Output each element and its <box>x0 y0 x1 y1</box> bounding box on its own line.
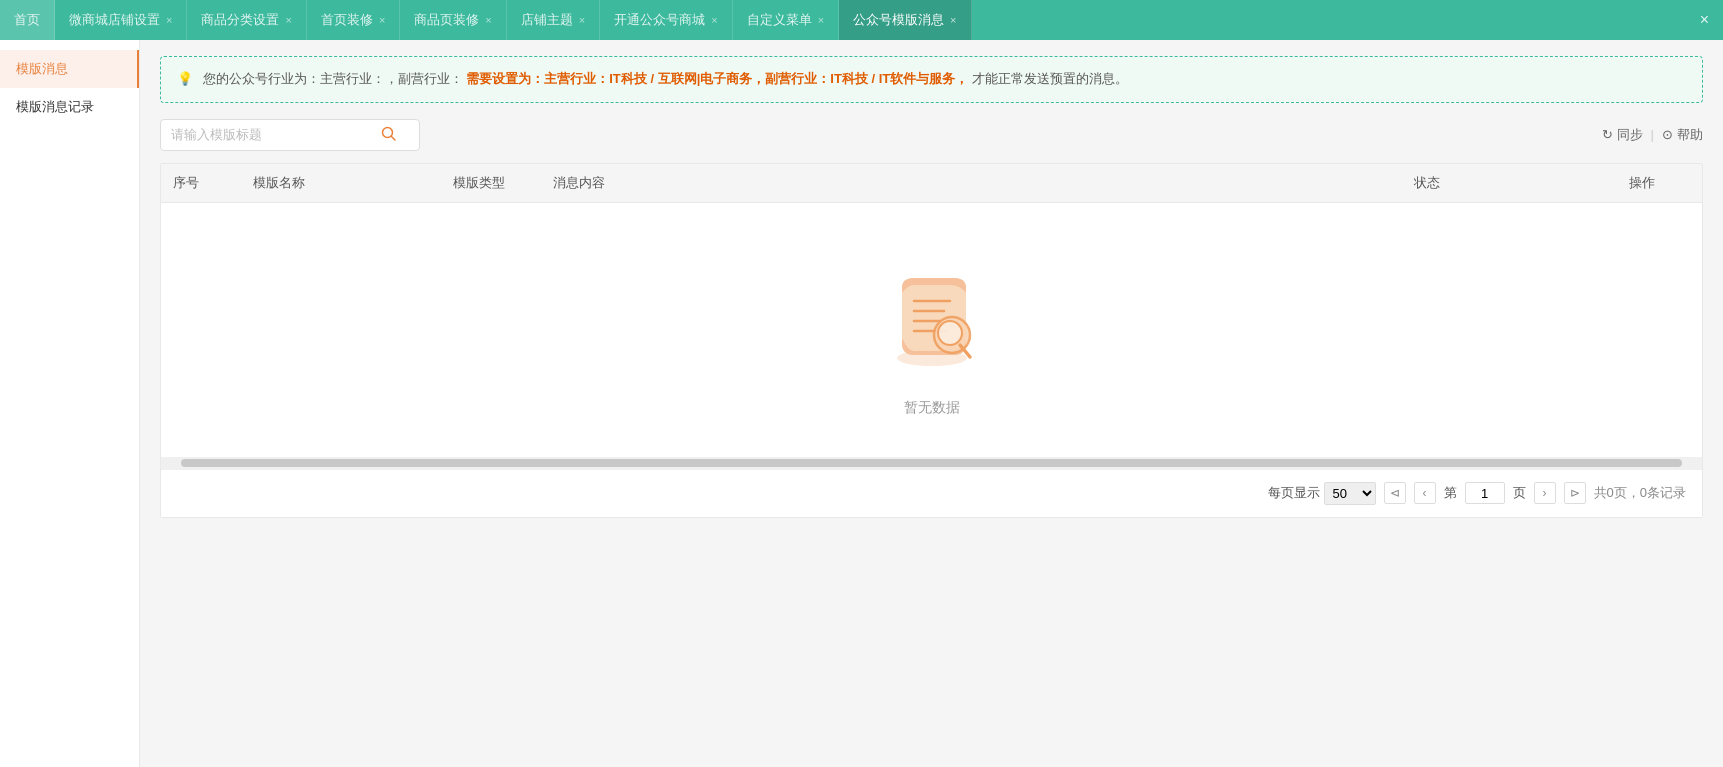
first-page-button[interactable]: ⊲ <box>1384 482 1406 504</box>
top-nav: 首页 微商城店铺设置 × 商品分类设置 × 首页装修 × 商品页装修 × 店铺主… <box>0 0 1723 40</box>
col-header-seq: 序号 <box>161 164 241 202</box>
close-icon[interactable]: × <box>579 14 585 26</box>
tab-home-label: 首页 <box>14 11 40 29</box>
svg-line-1 <box>392 136 396 140</box>
empty-illustration <box>872 263 992 383</box>
close-all-button[interactable]: × <box>1686 11 1723 29</box>
page-unit: 页 <box>1513 484 1526 502</box>
close-icon[interactable]: × <box>818 14 824 26</box>
sync-label: 同步 <box>1617 126 1643 144</box>
col-header-type: 模版类型 <box>441 164 541 202</box>
last-page-button[interactable]: ⊳ <box>1564 482 1586 504</box>
tab-home-decor[interactable]: 首页装修 × <box>307 0 400 40</box>
tab-store-theme[interactable]: 店铺主题 × <box>507 0 600 40</box>
col-header-content: 消息内容 <box>541 164 1402 202</box>
page-label: 第 <box>1444 484 1457 502</box>
close-icon[interactable]: × <box>166 14 172 26</box>
page-size-select[interactable]: 50 20 100 <box>1324 482 1376 505</box>
tab-template-msg-label: 公众号模版消息 <box>853 11 944 29</box>
search-input[interactable] <box>171 127 381 142</box>
help-label: 帮助 <box>1677 126 1703 144</box>
col-header-name: 模版名称 <box>241 164 441 202</box>
help-icon: ⊙ <box>1662 127 1673 142</box>
current-page-input[interactable] <box>1465 482 1505 504</box>
bulb-icon: 💡 <box>177 71 193 86</box>
tab-home[interactable]: 首页 <box>0 0 55 40</box>
close-icon[interactable]: × <box>285 14 291 26</box>
sidebar-item-template-record-label: 模版消息记录 <box>16 99 94 114</box>
horizontal-scrollbar[interactable] <box>161 457 1702 469</box>
per-page-label: 每页显示 <box>1268 484 1320 502</box>
tab-custom-menu-label: 自定义菜单 <box>747 11 812 29</box>
info-suffix: 才能正常发送预置的消息。 <box>972 71 1128 86</box>
tab-home-decor-label: 首页装修 <box>321 11 373 29</box>
tab-custom-menu[interactable]: 自定义菜单 × <box>733 0 839 40</box>
tab-store-setting-label: 微商城店铺设置 <box>69 11 160 29</box>
next-page-button[interactable]: › <box>1534 482 1556 504</box>
toolbar-divider: | <box>1651 127 1654 142</box>
toolbar-right: ↻ 同步 | ⊙ 帮助 <box>1602 126 1703 144</box>
content-area: 💡 您的公众号行业为：主营行业：，副营行业： 需要设置为：主营行业：IT科技 /… <box>140 40 1723 767</box>
info-highlight: 需要设置为：主营行业：IT科技 / 互联网|电子商务，副营行业：IT科技 / I… <box>466 71 968 86</box>
pagination: 每页显示 50 20 100 ⊲ ‹ 第 页 › ⊳ 共0页，0条记录 <box>161 469 1702 517</box>
empty-state: 暂无数据 <box>161 203 1702 457</box>
close-icon[interactable]: × <box>485 14 491 26</box>
main-layout: 模版消息 模版消息记录 💡 您的公众号行业为：主营行业：，副营行业： 需要设置为… <box>0 40 1723 767</box>
sidebar-item-template-message-label: 模版消息 <box>16 61 68 76</box>
sidebar: 模版消息 模版消息记录 <box>0 40 140 767</box>
data-table: 序号 模版名称 模版类型 消息内容 状态 操作 <box>160 163 1703 518</box>
tab-product-category[interactable]: 商品分类设置 × <box>187 0 306 40</box>
search-input-wrap[interactable] <box>160 119 420 151</box>
info-prefix: 您的公众号行业为：主营行业：，副营行业： <box>203 71 463 86</box>
close-icon[interactable]: × <box>711 14 717 26</box>
close-icon[interactable]: × <box>379 14 385 26</box>
info-notice: 💡 您的公众号行业为：主营行业：，副营行业： 需要设置为：主营行业：IT科技 /… <box>160 56 1703 103</box>
page-size-wrap: 每页显示 50 20 100 <box>1268 482 1376 505</box>
empty-text: 暂无数据 <box>904 399 960 417</box>
total-records: 共0页，0条记录 <box>1594 484 1686 502</box>
tab-open-mall-label: 开通公众号商城 <box>614 11 705 29</box>
tab-store-setting[interactable]: 微商城店铺设置 × <box>55 0 187 40</box>
tab-store-theme-label: 店铺主题 <box>521 11 573 29</box>
svg-point-8 <box>938 321 962 345</box>
sidebar-item-template-record[interactable]: 模版消息记录 <box>0 88 139 126</box>
search-icon[interactable] <box>381 126 396 144</box>
prev-page-button[interactable]: ‹ <box>1414 482 1436 504</box>
tab-template-msg[interactable]: 公众号模版消息 × <box>839 0 971 40</box>
sync-button[interactable]: ↻ 同步 <box>1602 126 1643 144</box>
tab-product-category-label: 商品分类设置 <box>201 11 279 29</box>
scrollbar-thumb[interactable] <box>181 459 1682 467</box>
col-header-status: 状态 <box>1402 164 1582 202</box>
tab-product-decor-label: 商品页装修 <box>414 11 479 29</box>
close-icon[interactable]: × <box>950 14 956 26</box>
sync-icon: ↻ <box>1602 127 1613 142</box>
tab-open-mall[interactable]: 开通公众号商城 × <box>600 0 732 40</box>
sidebar-item-template-message[interactable]: 模版消息 <box>0 50 139 88</box>
search-bar: ↻ 同步 | ⊙ 帮助 <box>160 119 1703 151</box>
col-header-action: 操作 <box>1582 164 1702 202</box>
help-button[interactable]: ⊙ 帮助 <box>1662 126 1703 144</box>
table-header: 序号 模版名称 模版类型 消息内容 状态 操作 <box>161 164 1702 203</box>
tab-product-decor[interactable]: 商品页装修 × <box>400 0 506 40</box>
